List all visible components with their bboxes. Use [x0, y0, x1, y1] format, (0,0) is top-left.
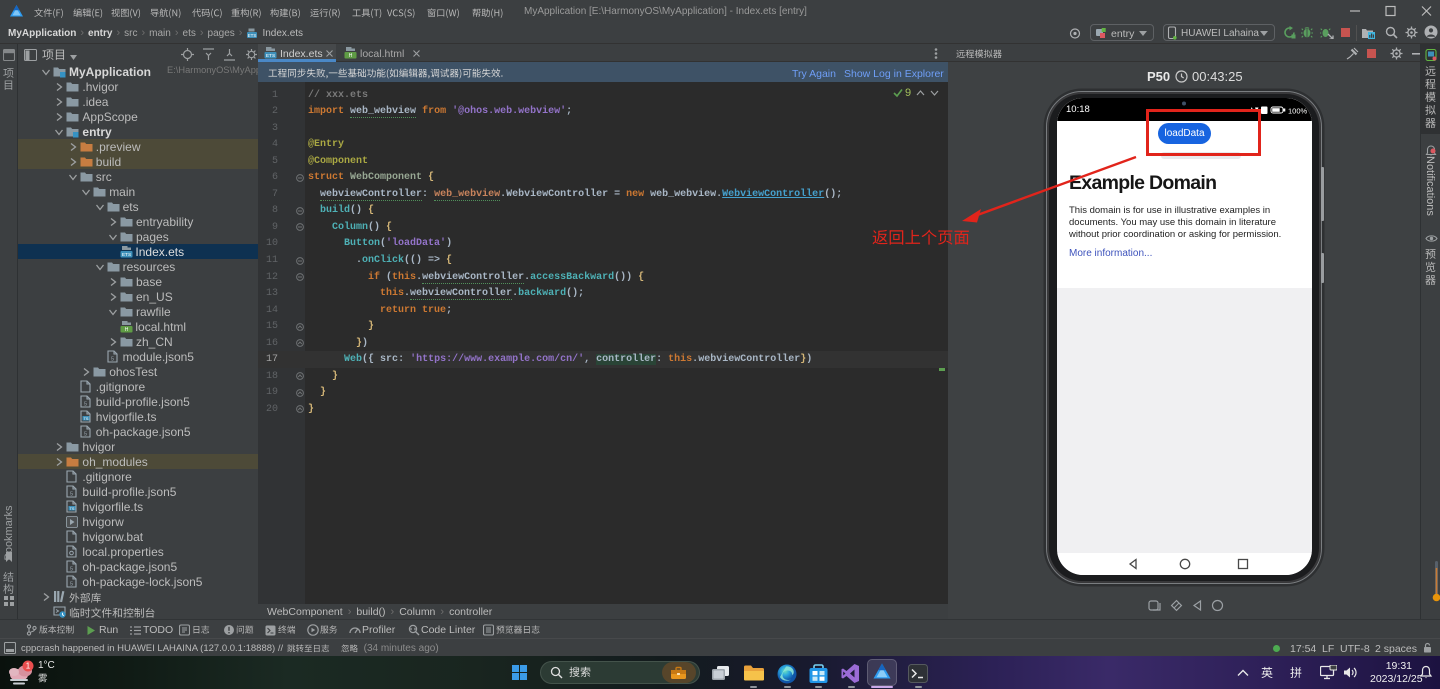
svg-text:5: 5 — [84, 432, 87, 438]
svg-text:5: 5 — [84, 402, 87, 408]
svg-text:TS: TS — [83, 417, 88, 421]
svg-text:5: 5 — [70, 567, 73, 573]
svg-text:5: 5 — [111, 357, 114, 363]
svg-text:H: H — [125, 327, 129, 333]
svg-text:ETS: ETS — [266, 53, 275, 59]
svg-text:100%: 100% — [1288, 107, 1308, 116]
svg-text:ETS: ETS — [122, 252, 131, 258]
svg-text:1: 1 — [26, 662, 31, 671]
svg-text:H: H — [349, 53, 353, 59]
svg-text:TS: TS — [70, 507, 75, 511]
svg-text:ETS: ETS — [248, 33, 257, 38]
svg-text:5: 5 — [70, 492, 73, 498]
svg-text:5: 5 — [70, 582, 73, 588]
